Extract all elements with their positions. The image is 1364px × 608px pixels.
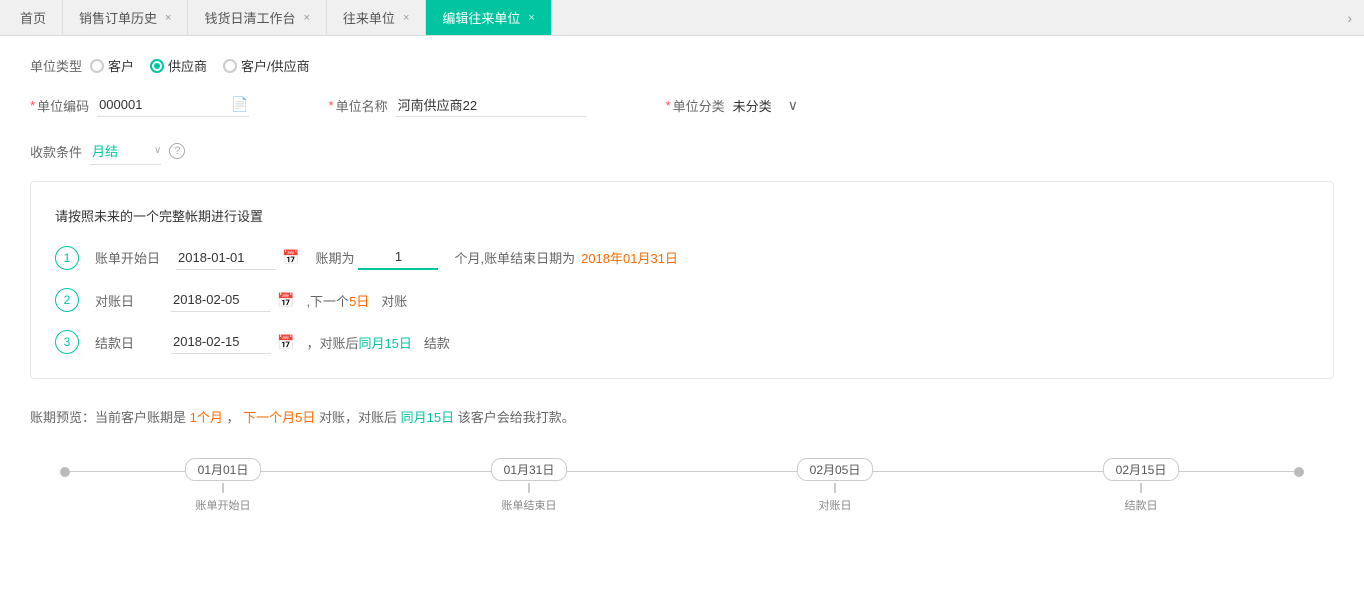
timeline-point-4: 02月15日 结款日 [1103,458,1180,513]
step-1-number: 1 [55,246,79,270]
settings-panel: 请按照未来的一个完整帐期进行设置 1 账单开始日 📅 账期为 个月,账单结束日期… [30,181,1334,379]
step-1-date-input[interactable] [176,246,276,270]
step-2-suffix: 对账 [381,291,407,310]
timeline-right-dot [1294,467,1304,477]
step-3-highlight: 同月15日 [358,333,411,352]
unit-class-label: 单位分类 [673,96,725,115]
tab-close-partners[interactable]: × [403,12,409,24]
unit-name-input[interactable] [396,93,586,117]
timeline-point-2: 01月31日 账单结束日 [491,458,568,513]
payment-dropdown-arrow: ∨ [154,145,161,156]
radio-customer[interactable]: 客户 [90,56,134,75]
unit-class-star: * [666,98,671,113]
timeline-container: 01月01日 账单开始日 01月31日 账单结束日 02月05日 对账日 [30,458,1334,513]
preview-sep3: 该客户会给我打款。 [458,410,575,425]
step-3-prefix: ，对账后 [306,333,358,352]
unit-code-star: * [30,98,35,113]
unit-class-value: 未分类 [733,96,772,115]
step-3-number: 3 [55,330,79,354]
timeline-badge-3: 02月05日 [797,458,874,481]
tab-partners[interactable]: 往来单位 × [327,0,426,35]
unit-info-row: * 单位编码 📄 * 单位名称 * 单位分类 未分类 ∨ [30,93,1334,117]
unit-type-label: 单位类型 [30,56,82,75]
unit-type-row: 单位类型 客户 供应商 客户/供应商 [30,56,1334,75]
timeline-label-1: 账单开始日 [195,497,250,513]
timeline-left-dot [60,467,70,477]
step-1-calendar-icon[interactable]: 📅 [282,249,299,266]
step-1-period-label: 账期为 [315,248,354,267]
preview-part2: 下一个月5日 [243,410,315,425]
preview-part3: 同月15日 [401,410,454,425]
radio-supplier[interactable]: 供应商 [150,56,207,75]
tab-sales-history[interactable]: 销售订单历史 × [63,0,188,35]
step-1-period-end: 2018年01月31日 [581,248,678,267]
preview-sep1: ， [227,410,240,425]
timeline-label-3: 对账日 [818,497,851,513]
panel-description: 请按照未来的一个完整帐期进行设置 [55,206,1309,225]
radio-customer-circle [90,59,104,73]
unit-name-group: * 单位名称 [329,93,586,117]
tab-more-arrow[interactable]: › [1335,10,1364,26]
tab-close-sales-history[interactable]: × [165,12,171,24]
unit-class-group: * 单位分类 未分类 ∨ [666,96,798,115]
preview-section: 账期预览：当前客户账期是 1个月 ， 下一个月5日 对账，对账后 同月15日 该… [30,391,1334,442]
payment-label: 收款条件 [30,142,82,161]
timeline-badge-2: 01月31日 [491,458,568,481]
payment-row: 收款条件 月结 ∨ ? [30,137,1334,165]
unit-class-dropdown-arrow[interactable]: ∨ [788,97,798,114]
tab-edit-partner[interactable]: 编辑往来单位 × [426,0,551,35]
timeline-point-3: 02月05日 对账日 [797,458,874,513]
step-1-period-input[interactable] [358,245,438,270]
timeline-tick-1 [222,483,224,493]
tab-bar: 首页 销售订单历史 × 钱货日清工作台 × 往来单位 × 编辑往来单位 × › [0,0,1364,36]
preview-part1: 1个月 [190,410,223,425]
tab-home[interactable]: 首页 [0,0,63,35]
timeline-point-1: 01月01日 账单开始日 [185,458,262,513]
step-3-date-input[interactable] [171,330,271,354]
payment-dropdown[interactable]: 月结 ∨ [90,137,161,165]
unit-type-radio-group: 客户 供应商 客户/供应商 [90,56,310,75]
preview-label: 账期预览：当前客户账期是 [30,410,186,425]
step-2-label: 对账日 [95,291,155,310]
unit-name-label: 单位名称 [336,96,388,115]
step-1-period-text: 个月,账单结束日期为 [454,248,575,267]
tab-cash-work[interactable]: 钱货日清工作台 × [188,0,326,35]
unit-name-star: * [329,98,334,113]
main-content: 单位类型 客户 供应商 客户/供应商 * 单位编码 📄 [0,36,1364,608]
timeline-tick-3 [834,483,836,493]
timeline-tick-4 [1140,483,1142,493]
unit-code-group: * 单位编码 📄 [30,93,249,117]
radio-supplier-circle [150,59,164,73]
step-2-row: 2 对账日 📅 ,下一个 5日 对账 [55,288,1309,312]
step-2-prefix: ,下一个 [306,291,349,310]
step-3-calendar-icon[interactable]: 📅 [277,334,294,351]
payment-value: 月结 [90,137,150,164]
unit-code-input-wrapper: 📄 [97,93,248,117]
copy-icon[interactable]: 📄 [231,96,248,113]
step-1-label: 账单开始日 [95,248,160,267]
step-1-row: 1 账单开始日 📅 账期为 个月,账单结束日期为 2018年01月31日 [55,245,1309,270]
help-icon[interactable]: ? [169,143,185,159]
timeline-label-4: 结款日 [1124,497,1157,513]
timeline-badge-1: 01月01日 [185,458,262,481]
step-2-calendar-icon[interactable]: 📅 [277,292,294,309]
step-3-label: 结款日 [95,333,155,352]
timeline-badge-4: 02月15日 [1103,458,1180,481]
tab-close-cash-work[interactable]: × [303,12,309,24]
tab-close-edit-partner[interactable]: × [528,12,534,24]
timeline-tick-2 [528,483,530,493]
step-3-suffix: 结款 [424,333,450,352]
radio-both-circle [223,59,237,73]
preview-sep2: 对账，对账后 [319,410,397,425]
step-2-date-input[interactable] [171,288,271,312]
step-2-highlight: 5日 [349,291,369,310]
unit-code-input[interactable] [97,93,227,116]
radio-both[interactable]: 客户/供应商 [223,56,310,75]
unit-code-label: 单位编码 [37,96,89,115]
step-2-number: 2 [55,288,79,312]
timeline-label-2: 账单结束日 [501,497,556,513]
step-3-row: 3 结款日 📅 ，对账后 同月15日 结款 [55,330,1309,354]
